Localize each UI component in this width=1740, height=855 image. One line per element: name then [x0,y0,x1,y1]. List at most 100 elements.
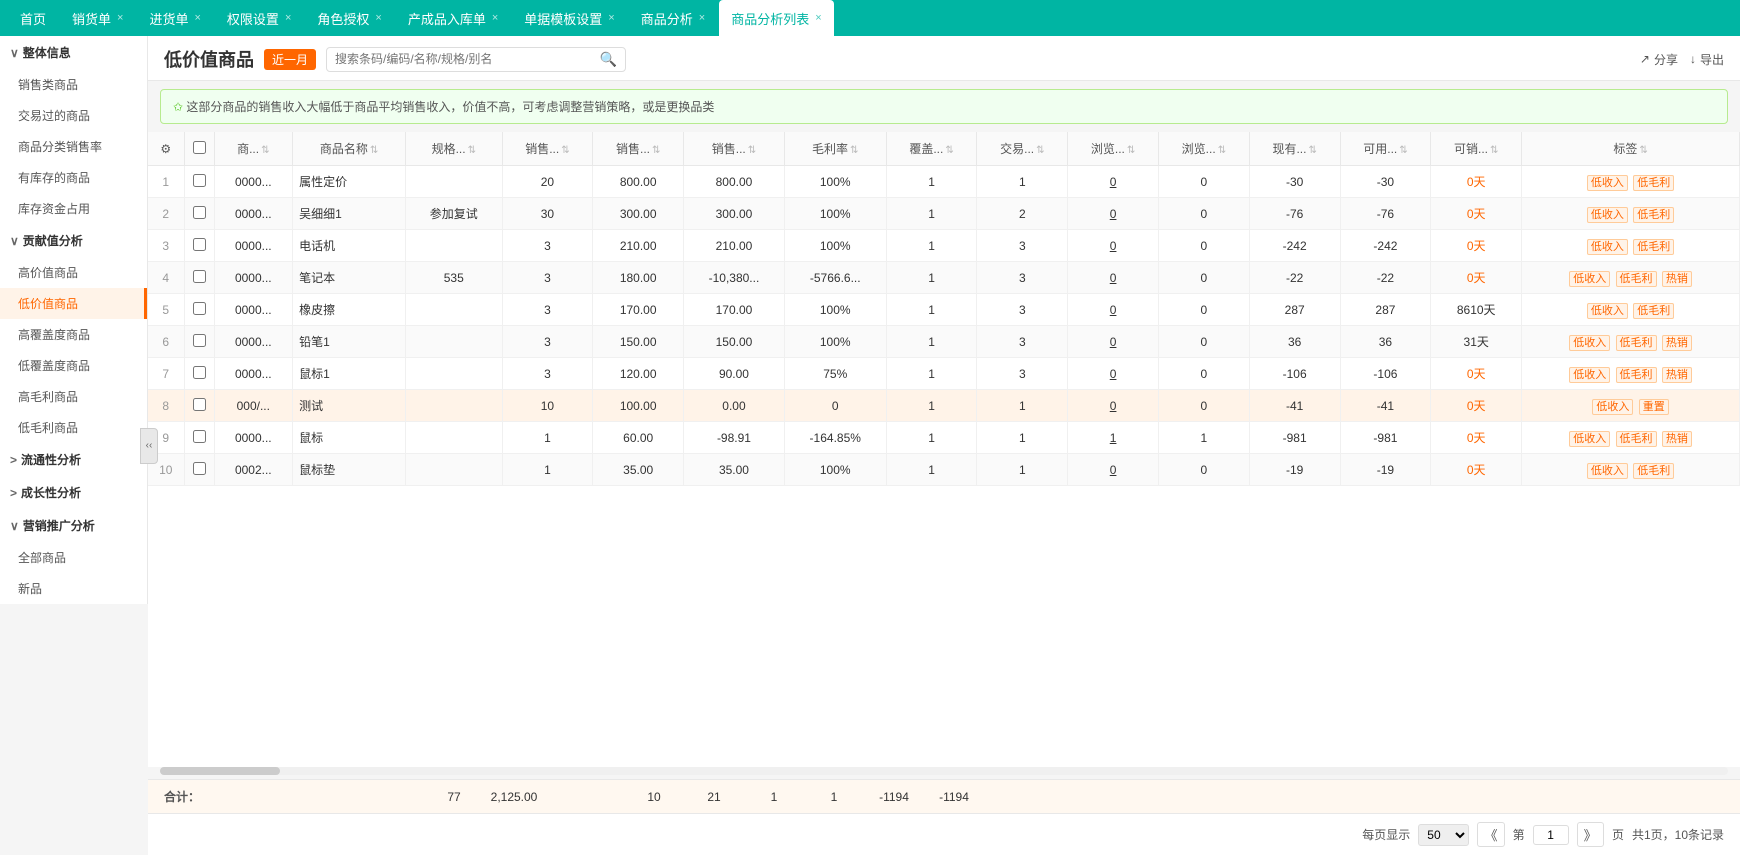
sidebar-item-stocked-products[interactable]: 有库存的商品 [0,162,147,193]
sidebar-item-sales-products[interactable]: 销售类商品 [0,69,147,100]
views1-link[interactable]: 0 [1110,239,1117,253]
saleable-column-header[interactable]: 可销...⇅ [1431,132,1522,166]
row-checkbox[interactable] [193,302,206,315]
sidebar-group-liquidity[interactable]: > 流通性分析 [0,443,147,476]
first-page-button[interactable]: 《 [1477,822,1504,847]
table-container[interactable]: ⚙ 商...⇅ 商品名称⇅ 规格...⇅ 销售...⇅ 销售...⇅ 销售...… [148,132,1740,767]
close-icon[interactable]: × [375,12,381,24]
row-checkbox-cell[interactable] [184,262,214,294]
settings-column-header[interactable]: ⚙ [148,132,184,166]
sales-qty-column-header[interactable]: 销售...⇅ [502,132,593,166]
nav-sales-order[interactable]: 销货单 × [60,0,135,36]
horizontal-scrollbar[interactable] [160,767,1728,775]
row-checkbox-cell[interactable] [184,358,214,390]
sidebar-item-low-coverage[interactable]: 低覆盖度商品 [0,350,147,381]
row-checkbox[interactable] [193,270,206,283]
sidebar-item-traded-products[interactable]: 交易过的商品 [0,100,147,131]
sidebar-item-new-products[interactable]: 新品 [0,573,147,604]
views1-link[interactable]: 0 [1110,303,1117,317]
sidebar-item-high-coverage[interactable]: 高覆盖度商品 [0,319,147,350]
share-button[interactable]: ↗ 分享 [1640,51,1678,68]
views1-link[interactable]: 0 [1110,463,1117,477]
row-checkbox-cell[interactable] [184,422,214,454]
close-icon[interactable]: × [699,12,705,24]
nav-home[interactable]: 首页 [8,0,58,36]
sidebar-group-marketing[interactable]: ∨ 营销推广分析 [0,509,147,542]
select-all-checkbox[interactable] [193,141,206,154]
sidebar-item-low-value[interactable]: 低价值商品 [0,288,147,319]
row-checkbox-cell[interactable] [184,230,214,262]
views2-column-header[interactable]: 浏览...⇅ [1158,132,1249,166]
sidebar-item-all-products[interactable]: 全部商品 [0,542,147,573]
spec-column-header[interactable]: 规格...⇅ [406,132,503,166]
tag-badge: 低毛利 [1633,463,1674,479]
code-column-header[interactable]: 商...⇅ [214,132,293,166]
transaction-column-header[interactable]: 交易...⇅ [977,132,1068,166]
sales-profit-column-header[interactable]: 销售...⇅ [684,132,785,166]
row-checkbox-cell[interactable] [184,198,214,230]
row-checkbox[interactable] [193,238,206,251]
header-right: ↗ 分享 ↓ 导出 [1640,51,1724,68]
export-button[interactable]: ↓ 导出 [1690,51,1724,68]
close-icon[interactable]: × [815,12,821,24]
scrollbar-thumb[interactable] [160,767,280,775]
views1-link[interactable]: 0 [1110,335,1117,349]
search-input[interactable] [335,52,600,66]
row-checkbox-cell[interactable] [184,390,214,422]
coverage-column-header[interactable]: 覆盖...⇅ [886,132,977,166]
sidebar-group-overall[interactable]: ∨ 整体信息 [0,36,147,69]
row-sales-profit: -10,380... [684,262,785,294]
page-number-input[interactable] [1533,825,1569,845]
sidebar-item-high-margin[interactable]: 高毛利商品 [0,381,147,412]
row-checkbox-cell[interactable] [184,294,214,326]
row-checkbox[interactable] [193,430,206,443]
checkbox-column-header[interactable] [184,132,214,166]
views1-link[interactable]: 0 [1110,399,1117,413]
per-page-select[interactable]: 50 100 200 [1418,824,1469,846]
nav-finished-goods[interactable]: 产成品入库单 × [396,0,510,36]
nav-template-settings[interactable]: 单据模板设置 × [512,0,626,36]
sidebar-group-contribution[interactable]: ∨ 贡献值分析 [0,224,147,257]
row-checkbox[interactable] [193,398,206,411]
views1-column-header[interactable]: 浏览...⇅ [1068,132,1159,166]
nav-product-analysis-list[interactable]: 商品分析列表 × [719,0,833,36]
sidebar-group-growth[interactable]: > 成长性分析 [0,476,147,509]
row-checkbox[interactable] [193,206,206,219]
tags-column-header[interactable]: 标签⇅ [1522,132,1740,166]
views1-link[interactable]: 0 [1110,271,1117,285]
nav-permissions[interactable]: 权限设置 × [215,0,303,36]
views1-link[interactable]: 0 [1110,367,1117,381]
close-icon[interactable]: × [194,12,200,24]
row-checkbox[interactable] [193,366,206,379]
close-icon[interactable]: × [608,12,614,24]
sidebar-item-inventory-capital[interactable]: 库存资金占用 [0,193,147,224]
sidebar-item-low-margin[interactable]: 低毛利商品 [0,412,147,443]
name-column-header[interactable]: 商品名称⇅ [293,132,406,166]
views1-link[interactable]: 0 [1110,175,1117,189]
margin-column-header[interactable]: 毛利率⇅ [784,132,886,166]
row-checkbox-cell[interactable] [184,326,214,358]
views1-link[interactable]: 1 [1110,431,1117,445]
close-icon[interactable]: × [285,12,291,24]
views1-link[interactable]: 0 [1110,207,1117,221]
row-checkbox[interactable] [193,334,206,347]
close-icon[interactable]: × [492,12,498,24]
nav-role-auth[interactable]: 角色授权 × [305,0,393,36]
table-row: 10000...属性定价20800.00800.00100%1100-30-30… [148,166,1740,198]
sidebar-item-high-value[interactable]: 高价值商品 [0,257,147,288]
sidebar-collapse-button[interactable]: ‹‹ [140,428,158,464]
time-tag-button[interactable]: 近一月 [264,49,316,70]
nav-product-analysis[interactable]: 商品分析 × [629,0,717,36]
search-icon[interactable]: 🔍 [600,51,617,68]
row-checkbox-cell[interactable] [184,166,214,198]
row-checkbox[interactable] [193,174,206,187]
sidebar-item-category-sales-rate[interactable]: 商品分类销售率 [0,131,147,162]
nav-purchase-order[interactable]: 进货单 × [137,0,212,36]
row-checkbox[interactable] [193,462,206,475]
row-checkbox-cell[interactable] [184,454,214,486]
current-stock-column-header[interactable]: 现有...⇅ [1249,132,1340,166]
sales-amount-column-header[interactable]: 销售...⇅ [593,132,684,166]
available-stock-column-header[interactable]: 可用...⇅ [1340,132,1431,166]
next-page-button[interactable]: 》 [1577,822,1604,847]
close-icon[interactable]: × [117,12,123,24]
